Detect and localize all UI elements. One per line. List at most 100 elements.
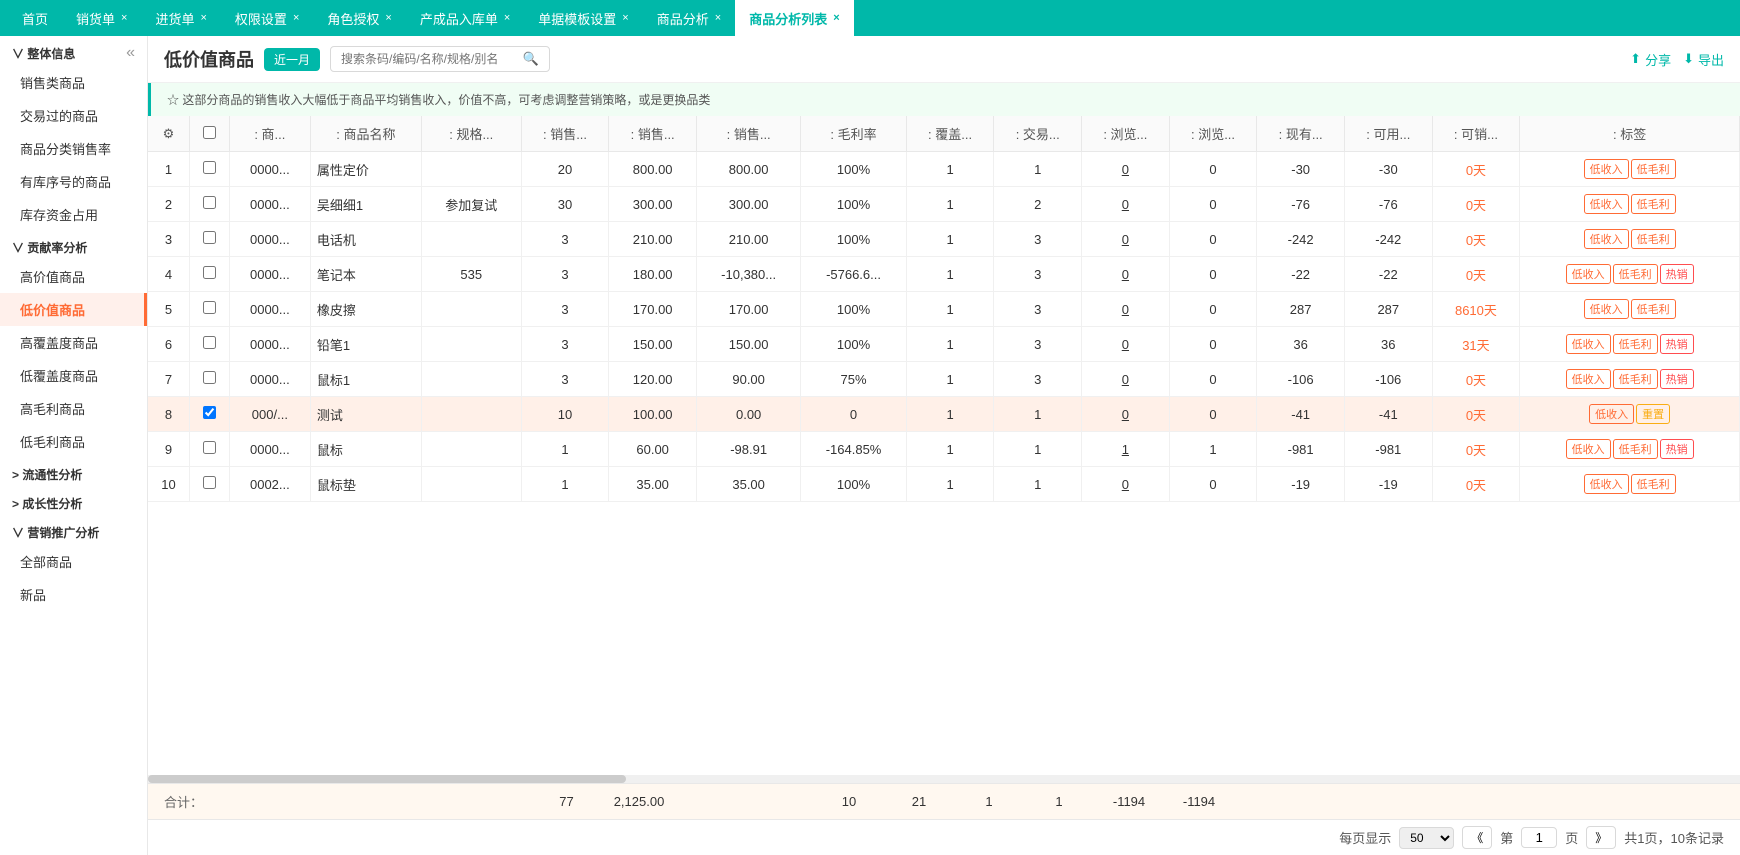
- col-code[interactable]: : 商...: [229, 116, 310, 152]
- sidebar-group-overall[interactable]: ∨ 整体信息: [12, 45, 75, 62]
- cell-checkbox[interactable]: [189, 397, 229, 432]
- browse1-link[interactable]: 0: [1122, 372, 1129, 387]
- close-icon[interactable]: ×: [385, 12, 391, 24]
- search-input[interactable]: [341, 52, 517, 66]
- sidebar-item-high-value[interactable]: 高价值商品: [0, 260, 147, 293]
- nav-tab-home[interactable]: 首页: [8, 0, 62, 36]
- browse1-link[interactable]: 1: [1122, 442, 1129, 457]
- nav-tab-instock[interactable]: 产成品入库单 ×: [406, 0, 524, 36]
- cell-checkbox[interactable]: [189, 257, 229, 292]
- select-all-checkbox[interactable]: [203, 126, 216, 139]
- close-icon[interactable]: ×: [715, 12, 721, 24]
- next-page-button[interactable]: 》: [1586, 826, 1616, 849]
- browse1-link[interactable]: 0: [1122, 232, 1129, 247]
- col-avail[interactable]: : 可用...: [1344, 116, 1432, 152]
- close-icon[interactable]: ×: [121, 12, 127, 24]
- row-checkbox[interactable]: [203, 231, 216, 244]
- sidebar-item-low-coverage[interactable]: 低覆盖度商品: [0, 359, 147, 392]
- close-icon[interactable]: ×: [504, 12, 510, 24]
- cell-checkbox[interactable]: [189, 327, 229, 362]
- sidebar-item-sales-goods[interactable]: 销售类商品: [0, 66, 147, 99]
- col-trans[interactable]: : 交易...: [994, 116, 1082, 152]
- close-icon[interactable]: ×: [200, 12, 206, 24]
- sidebar-item-stock-fund[interactable]: 库存资金占用: [0, 198, 147, 231]
- row-checkbox[interactable]: [203, 161, 216, 174]
- sidebar-item-new-goods[interactable]: 新品: [0, 578, 147, 611]
- row-checkbox[interactable]: [203, 371, 216, 384]
- export-button[interactable]: ⬇ 导出: [1683, 50, 1724, 69]
- cell-checkbox[interactable]: [189, 187, 229, 222]
- row-checkbox[interactable]: [203, 336, 216, 349]
- col-browse2[interactable]: : 浏览...: [1169, 116, 1257, 152]
- nav-tab-analysis[interactable]: 商品分析 ×: [643, 0, 735, 36]
- col-margin[interactable]: : 毛利率: [801, 116, 906, 152]
- cell-checkbox[interactable]: [189, 222, 229, 257]
- sidebar-item-low-margin[interactable]: 低毛利商品: [0, 425, 147, 458]
- row-checkbox[interactable]: [203, 196, 216, 209]
- col-name[interactable]: : 商品名称: [310, 116, 421, 152]
- current-page-input[interactable]: [1521, 827, 1557, 848]
- sidebar-item-category-rate[interactable]: 商品分类销售率: [0, 132, 147, 165]
- nav-tab-perms[interactable]: 权限设置 ×: [221, 0, 313, 36]
- sidebar-group-marketing[interactable]: ∨ 营销推广分析: [0, 516, 147, 545]
- close-icon[interactable]: ×: [622, 12, 628, 24]
- sidebar-item-stock-goods[interactable]: 有库序号的商品: [0, 165, 147, 198]
- cell-checkbox[interactable]: [189, 432, 229, 467]
- sidebar-item-high-margin[interactable]: 高毛利商品: [0, 392, 147, 425]
- row-checkbox[interactable]: [203, 476, 216, 489]
- cell-b2: 0: [1169, 152, 1257, 187]
- col-checkbox[interactable]: [189, 116, 229, 152]
- close-icon[interactable]: ×: [293, 12, 299, 24]
- browse1-link[interactable]: 0: [1122, 337, 1129, 352]
- cell-checkbox[interactable]: [189, 362, 229, 397]
- col-gear[interactable]: ⚙: [148, 116, 189, 152]
- col-sales2[interactable]: : 销售...: [609, 116, 697, 152]
- col-sales1[interactable]: : 销售...: [521, 116, 609, 152]
- scrollbar-thumb[interactable]: [148, 775, 626, 783]
- sidebar-item-high-coverage[interactable]: 高覆盖度商品: [0, 326, 147, 359]
- cell-checkbox[interactable]: [189, 467, 229, 502]
- cell-checkbox[interactable]: [189, 152, 229, 187]
- sidebar-item-all-goods[interactable]: 全部商品: [0, 545, 147, 578]
- cell-cover: 1: [906, 362, 994, 397]
- sidebar-group-flow[interactable]: > 流通性分析: [0, 458, 147, 487]
- page-size-select[interactable]: 50 100: [1399, 827, 1454, 849]
- cell-checkbox[interactable]: [189, 292, 229, 327]
- browse1-link[interactable]: 0: [1122, 197, 1129, 212]
- nav-tab-purchase[interactable]: 进货单 ×: [141, 0, 220, 36]
- col-spec[interactable]: : 规格...: [421, 116, 521, 152]
- browse1-link[interactable]: 0: [1122, 407, 1129, 422]
- share-button[interactable]: ⬆ 分享: [1630, 50, 1671, 69]
- nav-tab-sales[interactable]: 销货单 ×: [62, 0, 141, 36]
- nav-tab-analysis-list[interactable]: 商品分析列表 ×: [735, 0, 853, 36]
- horizontal-scrollbar[interactable]: [148, 775, 1740, 783]
- browse1-link[interactable]: 0: [1122, 267, 1129, 282]
- cell-b1: 0: [1082, 327, 1170, 362]
- col-tags[interactable]: : 标签: [1520, 116, 1740, 152]
- col-sales3[interactable]: : 销售...: [696, 116, 800, 152]
- sidebar-group-contribution[interactable]: ∨ 贡献率分析: [0, 231, 147, 260]
- cell-name: 鼠标垫: [310, 467, 421, 502]
- nav-tab-template[interactable]: 单据模板设置 ×: [524, 0, 642, 36]
- row-checkbox[interactable]: [203, 406, 216, 419]
- browse1-link[interactable]: 0: [1122, 302, 1129, 317]
- browse1-link[interactable]: 0: [1122, 162, 1129, 177]
- collapse-button[interactable]: «: [122, 44, 139, 62]
- close-icon[interactable]: ×: [833, 12, 839, 24]
- nav-tab-roles[interactable]: 角色授权 ×: [313, 0, 405, 36]
- first-page-button[interactable]: 《: [1462, 826, 1492, 849]
- col-current[interactable]: : 现有...: [1257, 116, 1345, 152]
- cell-days: 8610天: [1432, 292, 1520, 327]
- col-cover[interactable]: : 覆盖...: [906, 116, 994, 152]
- period-button[interactable]: 近一月: [264, 48, 320, 71]
- row-checkbox[interactable]: [203, 441, 216, 454]
- sidebar-item-low-value[interactable]: 低价值商品: [0, 293, 147, 326]
- sidebar-group-growth[interactable]: > 成长性分析: [0, 487, 147, 516]
- col-browse1[interactable]: : 浏览...: [1082, 116, 1170, 152]
- cell-s3: 150.00: [696, 327, 800, 362]
- browse1-link[interactable]: 0: [1122, 477, 1129, 492]
- col-saleable[interactable]: : 可销...: [1432, 116, 1520, 152]
- row-checkbox[interactable]: [203, 301, 216, 314]
- row-checkbox[interactable]: [203, 266, 216, 279]
- sidebar-item-traded[interactable]: 交易过的商品: [0, 99, 147, 132]
